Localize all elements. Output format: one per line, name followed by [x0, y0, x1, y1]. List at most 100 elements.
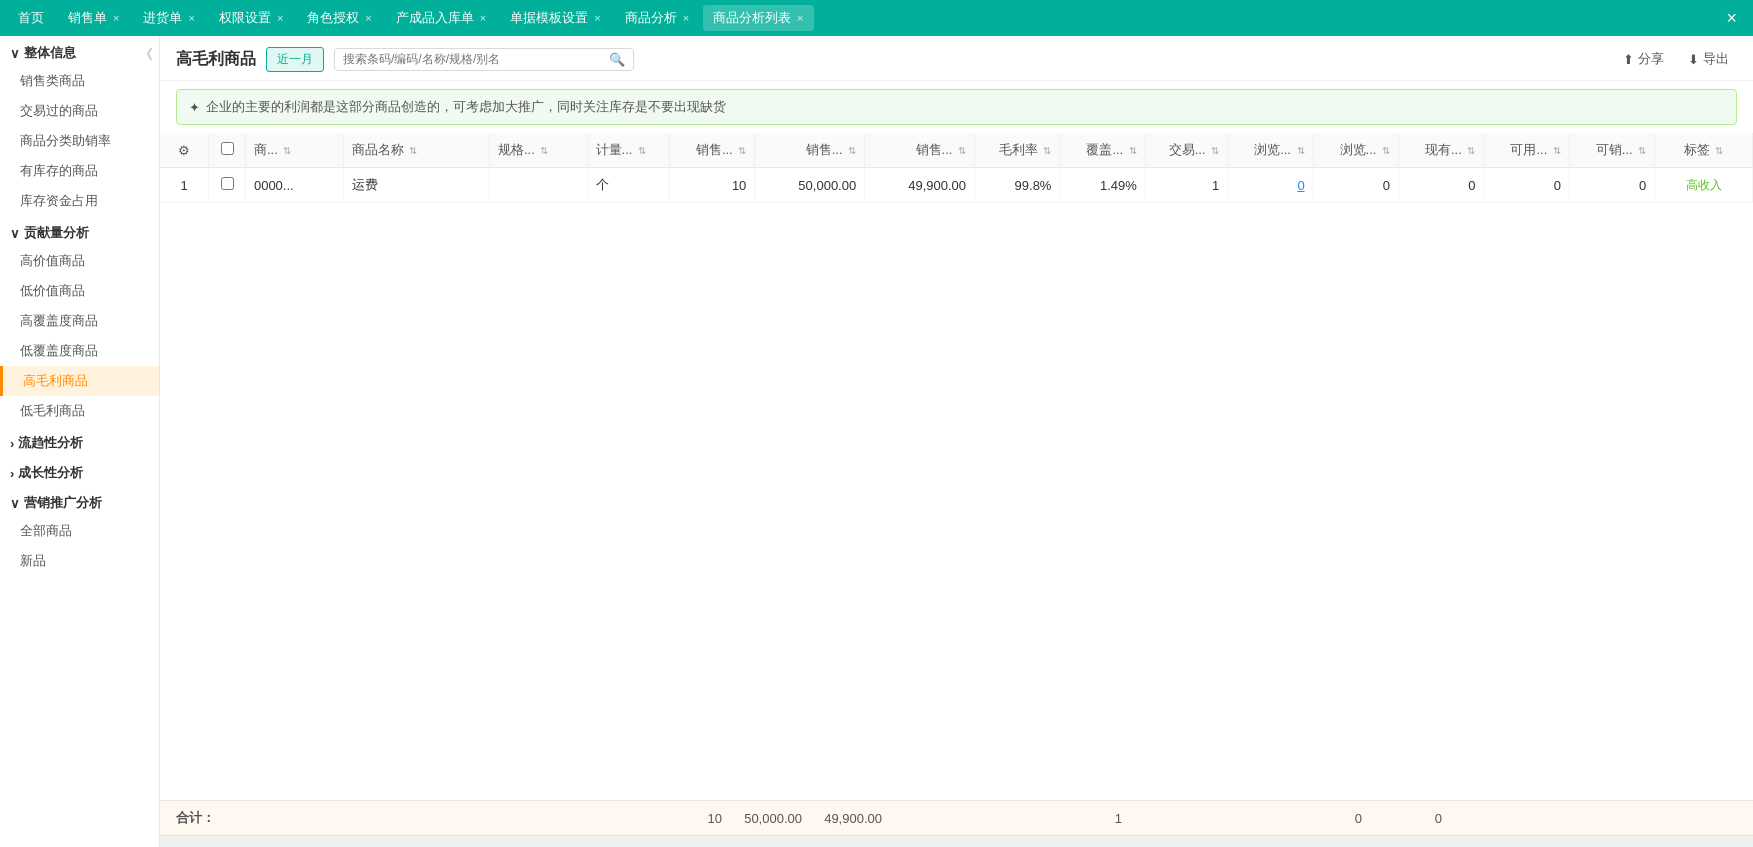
sidebar-item-high-value[interactable]: 高价值商品 [0, 246, 159, 276]
col-header-gross-rate[interactable]: 毛利率 ⇅ [975, 133, 1060, 168]
nav-purchase-order[interactable]: 进货单 × [133, 5, 204, 31]
share-button[interactable]: ⬆ 分享 [1615, 46, 1672, 72]
filter-recent-month-btn[interactable]: 近一月 [266, 47, 324, 72]
nav-role-auth[interactable]: 角色授权 × [297, 5, 381, 31]
sort-stock2-icon: ⇅ [1553, 145, 1561, 156]
nav-product-analysis-list[interactable]: 商品分析列表 × [703, 5, 813, 31]
sidebar-group-arrow-marketing: ∨ [10, 496, 20, 511]
close-product-analysis-tab[interactable]: × [683, 12, 689, 24]
sidebar-group-contribution[interactable]: ∨ 贡献量分析 [0, 216, 159, 246]
sidebar-item-traded-products[interactable]: 交易过的商品 [0, 96, 159, 126]
footer-sales-amt: 50,000.00 [730, 811, 810, 826]
row-sales-qty: 10 [669, 168, 754, 203]
info-banner: ✦ 企业的主要的利润都是这部分商品创造的，可考虑加大推广，同时关注库存是不要出现… [176, 89, 1737, 125]
col-header-tag[interactable]: 标签 ⇅ [1655, 133, 1753, 168]
sidebar-item-new-products[interactable]: 新品 [0, 546, 159, 576]
sidebar-group-marketing[interactable]: ∨ 营销推广分析 [0, 486, 159, 516]
col-header-trade[interactable]: 交易... ⇅ [1145, 133, 1227, 168]
sidebar-item-high-margin[interactable]: 高毛利商品 [0, 366, 159, 396]
data-table: ⚙ 商... ⇅ 商品名称 ⇅ [160, 133, 1753, 203]
export-icon: ⬇ [1688, 52, 1699, 67]
sort-trade-icon: ⇅ [1211, 145, 1219, 156]
close-permission-tab[interactable]: × [277, 12, 283, 24]
sidebar-item-low-margin[interactable]: 低毛利商品 [0, 396, 159, 426]
close-all-tabs[interactable]: × [1718, 4, 1745, 33]
close-product-analysis-list-tab[interactable]: × [797, 12, 803, 24]
nav-product-stock[interactable]: 产成品入库单 × [386, 5, 496, 31]
table-wrapper: ⚙ 商... ⇅ 商品名称 ⇅ [160, 133, 1753, 800]
sidebar-collapse-btn[interactable]: 《 [139, 46, 153, 64]
sidebar-group-overview[interactable]: ∨ 整体信息 [0, 36, 159, 66]
sidebar-item-sales-products[interactable]: 销售类商品 [0, 66, 159, 96]
close-sales-order-tab[interactable]: × [113, 12, 119, 24]
nav-home[interactable]: 首页 [8, 5, 54, 31]
search-input[interactable] [343, 52, 605, 66]
row-browse1[interactable]: 0 [1228, 168, 1313, 203]
top-navigation: 首页 销售单 × 进货单 × 权限设置 × 角色授权 × 产成品入库单 × 单据… [0, 0, 1753, 36]
row-spec [489, 168, 587, 203]
sidebar-group-arrow-contribution: ∨ [10, 226, 20, 241]
sidebar-item-category-rate[interactable]: 商品分类助销率 [0, 126, 159, 156]
sidebar-group-trend[interactable]: › 流趋性分析 [0, 426, 159, 456]
close-template-tab[interactable]: × [594, 12, 600, 24]
content-area: 高毛利商品 近一月 🔍 ⬆ 分享 ⬇ 导出 ✦ 企业的主要的利润都是这部分商品创… [160, 36, 1753, 847]
row-tag: 高收入 [1655, 168, 1753, 203]
footer-trade: 1 [1050, 811, 1130, 826]
col-header-stock3[interactable]: 可销... ⇅ [1569, 133, 1654, 168]
nav-template-settings[interactable]: 单据模板设置 × [500, 5, 610, 31]
footer-stock1: 0 [1290, 811, 1370, 826]
search-box: 🔍 [334, 48, 634, 71]
sort-browse2-icon: ⇅ [1382, 145, 1390, 156]
footer-stock2: 0 [1370, 811, 1450, 826]
sidebar-item-low-value[interactable]: 低价值商品 [0, 276, 159, 306]
main-layout: 《 ∨ 整体信息 销售类商品 交易过的商品 商品分类助销率 有库存的商品 库存资… [0, 36, 1753, 847]
sort-name-icon: ⇅ [409, 145, 417, 156]
col-header-name[interactable]: 商品名称 ⇅ [343, 133, 489, 168]
sort-cover-icon: ⇅ [1129, 145, 1137, 156]
nav-product-analysis[interactable]: 商品分析 × [615, 5, 699, 31]
sort-sales-profit-icon: ⇅ [958, 145, 966, 156]
settings-icon[interactable]: ⚙ [178, 143, 190, 158]
col-header-browse2[interactable]: 浏览... ⇅ [1313, 133, 1398, 168]
row-code: 0000... [245, 168, 343, 203]
sort-stock3-icon: ⇅ [1638, 145, 1646, 156]
col-header-sales-qty[interactable]: 销售... ⇅ [669, 133, 754, 168]
sort-code-icon: ⇅ [283, 145, 291, 156]
sidebar: 《 ∨ 整体信息 销售类商品 交易过的商品 商品分类助销率 有库存的商品 库存资… [0, 36, 160, 847]
sidebar-item-high-coverage[interactable]: 高覆盖度商品 [0, 306, 159, 336]
col-header-num: ⚙ [160, 133, 209, 168]
col-header-cover[interactable]: 覆盖... ⇅ [1060, 133, 1145, 168]
sort-unit-icon: ⇅ [638, 145, 646, 156]
footer-label: 合计： [160, 809, 280, 827]
nav-permission-settings[interactable]: 权限设置 × [209, 5, 293, 31]
col-header-stock1[interactable]: 现有... ⇅ [1399, 133, 1484, 168]
sidebar-item-all-products[interactable]: 全部商品 [0, 516, 159, 546]
nav-sales-order[interactable]: 销售单 × [58, 5, 129, 31]
row-sales-amt: 50,000.00 [755, 168, 865, 203]
col-header-code[interactable]: 商... ⇅ [245, 133, 343, 168]
col-header-spec[interactable]: 规格... ⇅ [489, 133, 587, 168]
row-check [209, 168, 246, 203]
select-all-checkbox[interactable] [221, 142, 234, 155]
col-header-browse1[interactable]: 浏览... ⇅ [1228, 133, 1313, 168]
content-header: 高毛利商品 近一月 🔍 ⬆ 分享 ⬇ 导出 [160, 36, 1753, 81]
sort-browse1-icon: ⇅ [1297, 145, 1305, 156]
close-purchase-order-tab[interactable]: × [188, 12, 194, 24]
sidebar-item-low-coverage[interactable]: 低覆盖度商品 [0, 336, 159, 366]
horizontal-scrollbar[interactable] [160, 835, 1753, 847]
close-product-stock-tab[interactable]: × [480, 12, 486, 24]
col-header-sales-profit[interactable]: 销售... ⇅ [865, 133, 975, 168]
sidebar-group-growth[interactable]: › 成长性分析 [0, 456, 159, 486]
search-icon[interactable]: 🔍 [609, 52, 625, 67]
col-header-stock2[interactable]: 可用... ⇅ [1484, 133, 1569, 168]
sidebar-item-stocked-products[interactable]: 有库存的商品 [0, 156, 159, 186]
close-role-auth-tab[interactable]: × [365, 12, 371, 24]
col-header-sales-amt[interactable]: 销售... ⇅ [755, 133, 865, 168]
sidebar-item-stock-capital[interactable]: 库存资金占用 [0, 186, 159, 216]
col-header-unit[interactable]: 计量... ⇅ [587, 133, 669, 168]
row-checkbox[interactable] [221, 177, 234, 190]
sidebar-group-arrow-overview: ∨ [10, 46, 20, 61]
sort-gross-rate-icon: ⇅ [1043, 145, 1051, 156]
export-button[interactable]: ⬇ 导出 [1680, 46, 1737, 72]
row-stock2: 0 [1484, 168, 1569, 203]
